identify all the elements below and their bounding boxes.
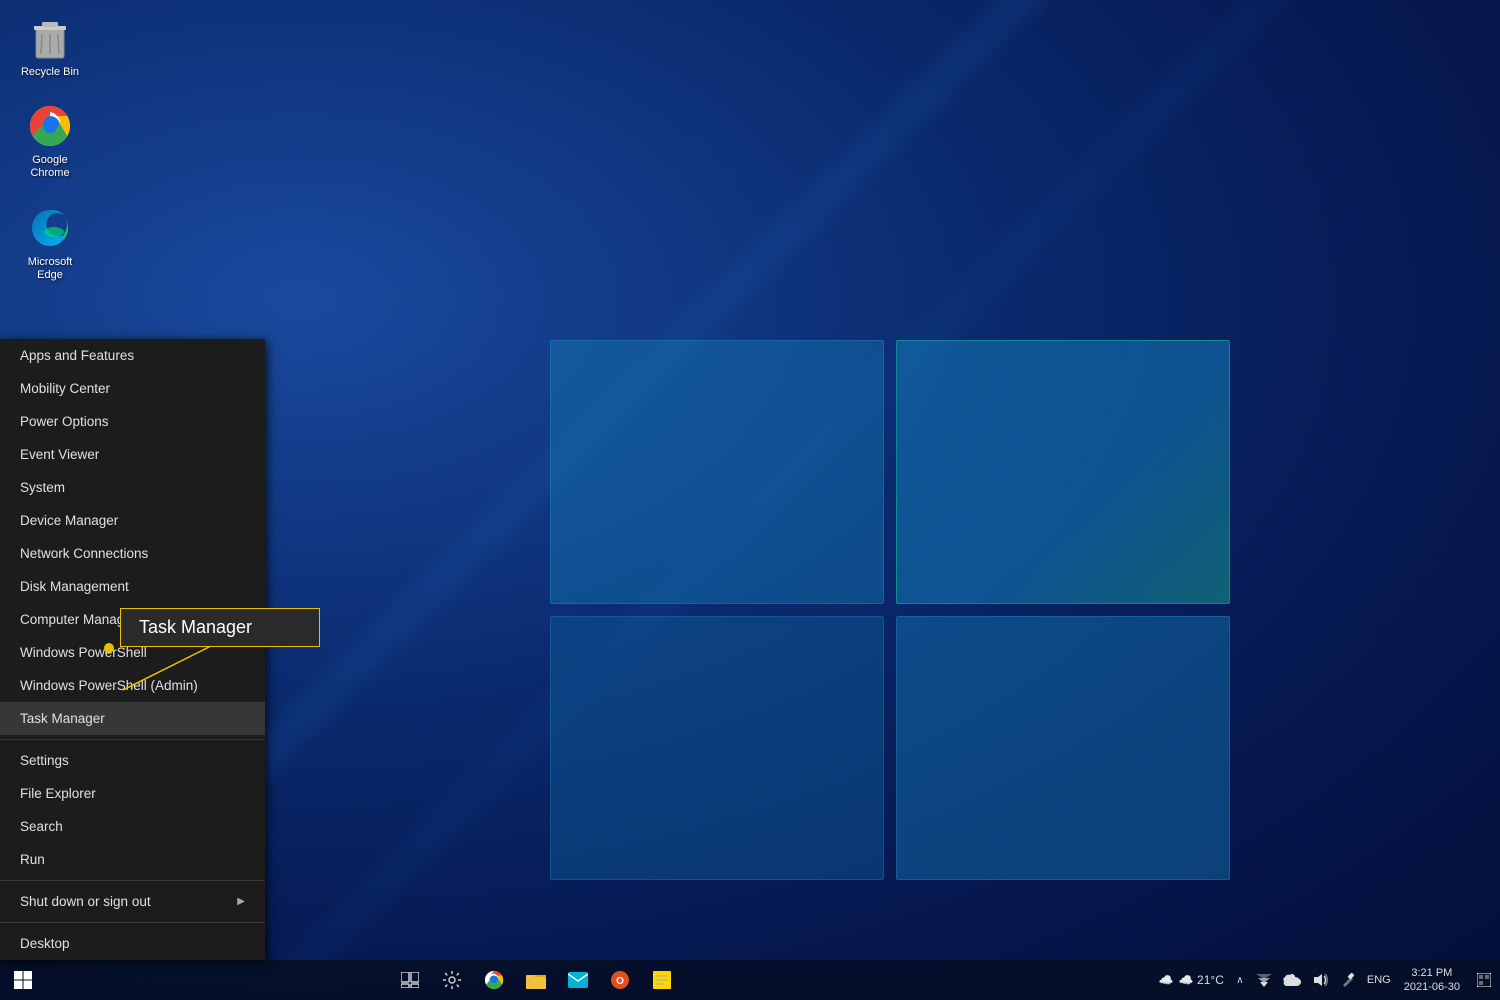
- menu-event-viewer[interactable]: Event Viewer: [0, 438, 265, 471]
- menu-disk-management[interactable]: Disk Management: [0, 570, 265, 603]
- win-pane-top-right: [896, 340, 1230, 604]
- mail-icon: [568, 972, 588, 988]
- win-pane-top-left: [550, 340, 884, 604]
- taskbar-search-area: [45, 960, 385, 1000]
- clock-time: 3:21 PM: [1411, 966, 1452, 980]
- cloud-icon: ☁️: [1159, 973, 1174, 987]
- shut-down-arrow: ▶: [237, 896, 245, 907]
- google-chrome-icon[interactable]: Google Chrome: [10, 98, 90, 184]
- menu-device-manager[interactable]: Device Manager: [0, 504, 265, 537]
- network-icon: [1256, 973, 1272, 987]
- task-manager-tooltip: Task Manager: [120, 608, 320, 647]
- windows-icon: [13, 970, 33, 990]
- win-pane-bottom-right: [896, 616, 1230, 880]
- annotation-dot: [104, 643, 114, 653]
- notes-icon: [653, 971, 671, 989]
- menu-shut-down[interactable]: Shut down or sign out ▶: [0, 885, 265, 918]
- menu-separator-3: [0, 922, 265, 923]
- tray-expand-button[interactable]: ∧: [1230, 960, 1250, 1000]
- microsoft-edge-label: Microsoft Edge: [14, 256, 86, 282]
- menu-network-connections[interactable]: Network Connections: [0, 537, 265, 570]
- menu-task-manager[interactable]: Task Manager: [0, 702, 265, 735]
- taskbar-settings[interactable]: [432, 960, 472, 1000]
- taskbar-office[interactable]: O: [600, 960, 640, 1000]
- menu-windows-powershell-admin[interactable]: Windows PowerShell (Admin): [0, 669, 265, 702]
- taskbar-notes[interactable]: [642, 960, 682, 1000]
- menu-power-options[interactable]: Power Options: [0, 405, 265, 438]
- menu-run[interactable]: Run: [0, 843, 265, 876]
- google-chrome-label: Google Chrome: [14, 154, 86, 180]
- menu-separator-2: [0, 880, 265, 881]
- taskbar-mail[interactable]: [558, 960, 598, 1000]
- pen-icon: [1341, 973, 1355, 987]
- onedrive-icon: [1283, 974, 1301, 986]
- system-tray: ☁️ ☁️ 21°C ∧: [1153, 960, 1500, 1000]
- desktop: Recycle Bin Google Chrome: [0, 0, 1500, 1000]
- taskbar-file-explorer[interactable]: [516, 960, 556, 1000]
- file-explorer-icon: [526, 971, 546, 989]
- menu-mobility-center[interactable]: Mobility Center: [0, 372, 265, 405]
- notification-button[interactable]: [1468, 960, 1500, 1000]
- menu-separator-1: [0, 739, 265, 740]
- google-chrome-image: [26, 102, 74, 150]
- volume-icon: [1312, 972, 1328, 988]
- taskbar-task-view[interactable]: [390, 960, 430, 1000]
- microsoft-edge-image: [26, 204, 74, 252]
- expand-icon: ∧: [1236, 975, 1243, 986]
- taskbar-app-icons: O: [385, 960, 687, 1000]
- context-menu: Apps and Features Mobility Center Power …: [0, 339, 265, 960]
- recycle-bin-icon[interactable]: Recycle Bin: [10, 10, 90, 83]
- menu-file-explorer[interactable]: File Explorer: [0, 777, 265, 810]
- menu-settings[interactable]: Settings: [0, 744, 265, 777]
- onedrive-icon-btn[interactable]: [1278, 960, 1306, 1000]
- system-clock[interactable]: 3:21 PM 2021-06-30: [1396, 960, 1468, 1000]
- menu-search[interactable]: Search: [0, 810, 265, 843]
- recycle-bin-label: Recycle Bin: [21, 66, 79, 79]
- notification-icon: [1477, 973, 1491, 987]
- taskbar: O ☁️ ☁️ 21°C ∧: [0, 960, 1500, 1000]
- volume-icon-btn[interactable]: [1306, 960, 1334, 1000]
- settings-icon: [443, 971, 461, 989]
- recycle-bin-image: [26, 14, 74, 62]
- language-button[interactable]: ENG: [1362, 960, 1396, 1000]
- clock-date: 2021-06-30: [1404, 980, 1460, 994]
- taskbar-chrome[interactable]: [474, 960, 514, 1000]
- start-button[interactable]: [0, 960, 45, 1000]
- task-view-icon: [401, 972, 419, 988]
- network-icon-btn[interactable]: [1250, 960, 1278, 1000]
- microsoft-edge-icon[interactable]: Microsoft Edge: [10, 200, 90, 286]
- weather-widget[interactable]: ☁️ ☁️ 21°C: [1153, 960, 1230, 1000]
- svg-text:O: O: [616, 976, 624, 987]
- menu-desktop[interactable]: Desktop: [0, 927, 265, 960]
- menu-apps-features[interactable]: Apps and Features: [0, 339, 265, 372]
- win-pane-bottom-left: [550, 616, 884, 880]
- desktop-icons-area: Recycle Bin Google Chrome: [10, 10, 90, 286]
- temperature: ☁️ 21°C: [1179, 973, 1224, 987]
- pen-icon-btn[interactable]: [1334, 960, 1362, 1000]
- menu-system[interactable]: System: [0, 471, 265, 504]
- office-icon: O: [610, 970, 630, 990]
- windows-logo-decoration: [550, 340, 1230, 880]
